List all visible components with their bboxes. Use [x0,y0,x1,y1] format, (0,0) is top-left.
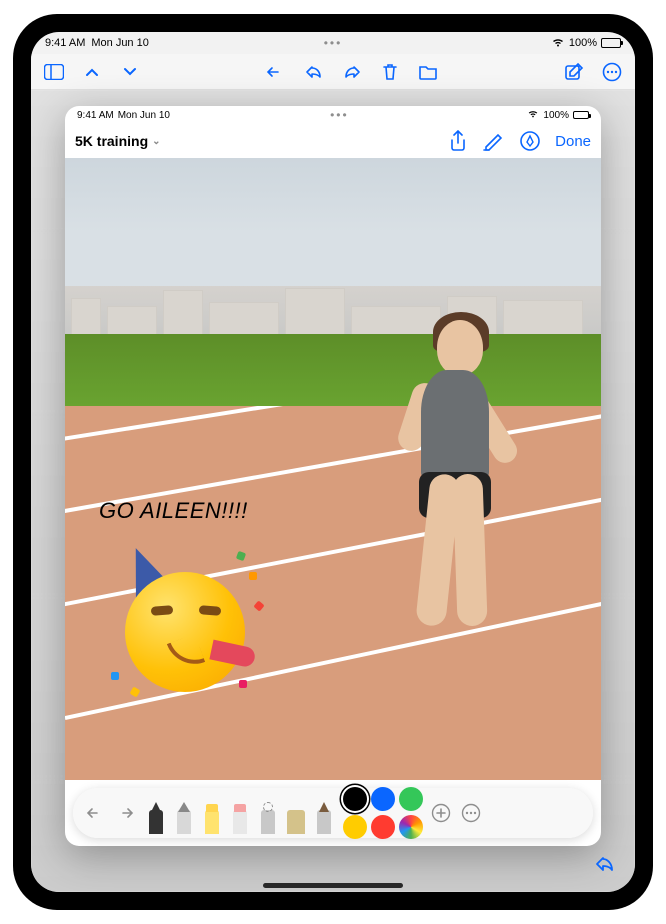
screen: 9:41 AM Mon Jun 10 ••• 100% [31,32,635,892]
color-swatch-yellow[interactable] [343,815,367,839]
compose-icon[interactable] [563,61,585,83]
sheet-multitask-dots-icon[interactable]: ••• [330,108,349,122]
markup-toolbar [73,788,593,838]
share-icon[interactable] [447,130,469,152]
pen-tool[interactable] [143,796,169,834]
multitask-dots-icon[interactable]: ••• [324,36,343,50]
sheet-battery-icon [573,111,589,119]
photo-runner [375,290,535,650]
color-palette [343,787,423,839]
pen-settings-icon[interactable] [519,130,541,152]
sheet-status-date: Mon Jun 10 [118,110,170,121]
sidebar-icon[interactable] [43,61,65,83]
markup-icon[interactable] [483,130,505,152]
highlighter-tool[interactable] [199,796,225,834]
undo-markup-icon[interactable] [83,801,107,825]
forward-icon[interactable] [341,61,363,83]
chevron-up-icon[interactable] [81,61,103,83]
outer-status-bar: 9:41 AM Mon Jun 10 ••• 100% [31,32,635,54]
color-swatch-green[interactable] [399,787,423,811]
status-time: 9:41 AM [45,37,85,49]
markup-sheet: 9:41 AM Mon Jun 10 ••• 100% 5K training … [65,106,601,846]
redo-markup-icon[interactable] [113,801,137,825]
ruler-tool[interactable] [283,796,309,834]
subject-dropdown[interactable]: 5K training ⌄ [75,133,161,149]
sheet-status-time: 9:41 AM [77,110,114,121]
plus-icon[interactable] [429,801,453,825]
undo-icon[interactable] [265,61,287,83]
reply-corner-icon[interactable] [593,854,617,878]
color-swatch-blue[interactable] [371,787,395,811]
annotation-emoji[interactable] [109,542,263,696]
subject-label: 5K training [75,133,148,149]
color-swatch-black[interactable] [343,787,367,811]
color-swatch-red[interactable] [371,815,395,839]
sheet-battery-percent: 100% [543,110,569,121]
eraser-tool[interactable] [227,796,253,834]
more-markup-icon[interactable] [459,801,483,825]
battery-percent: 100% [569,37,597,49]
colorwheel-icon[interactable] [399,815,423,839]
markup-tools [143,792,337,834]
sheet-wifi-icon [527,109,539,121]
wifi-icon [551,37,565,50]
annotation-text[interactable]: GO AILEEN!!!! [99,498,248,524]
photo-canvas[interactable]: GO AILEEN!!!! [65,158,601,780]
pencil-tool[interactable] [311,796,337,834]
folder-icon[interactable] [417,61,439,83]
device-frame: 9:41 AM Mon Jun 10 ••• 100% [13,14,653,910]
sheet-status-bar: 9:41 AM Mon Jun 10 ••• 100% [65,106,601,124]
marker-tool[interactable] [171,796,197,834]
chevron-down-icon: ⌄ [152,136,160,147]
home-indicator[interactable] [263,883,403,888]
done-button[interactable]: Done [555,133,591,150]
status-date: Mon Jun 10 [91,37,148,49]
reply-icon[interactable] [303,61,325,83]
trash-icon[interactable] [379,61,401,83]
chevron-down-icon[interactable] [119,61,141,83]
lasso-tool[interactable] [255,796,281,834]
sheet-header: 5K training ⌄ Done [65,124,601,158]
mail-toolbar [31,54,635,90]
battery-icon [601,38,621,48]
more-icon[interactable] [601,61,623,83]
